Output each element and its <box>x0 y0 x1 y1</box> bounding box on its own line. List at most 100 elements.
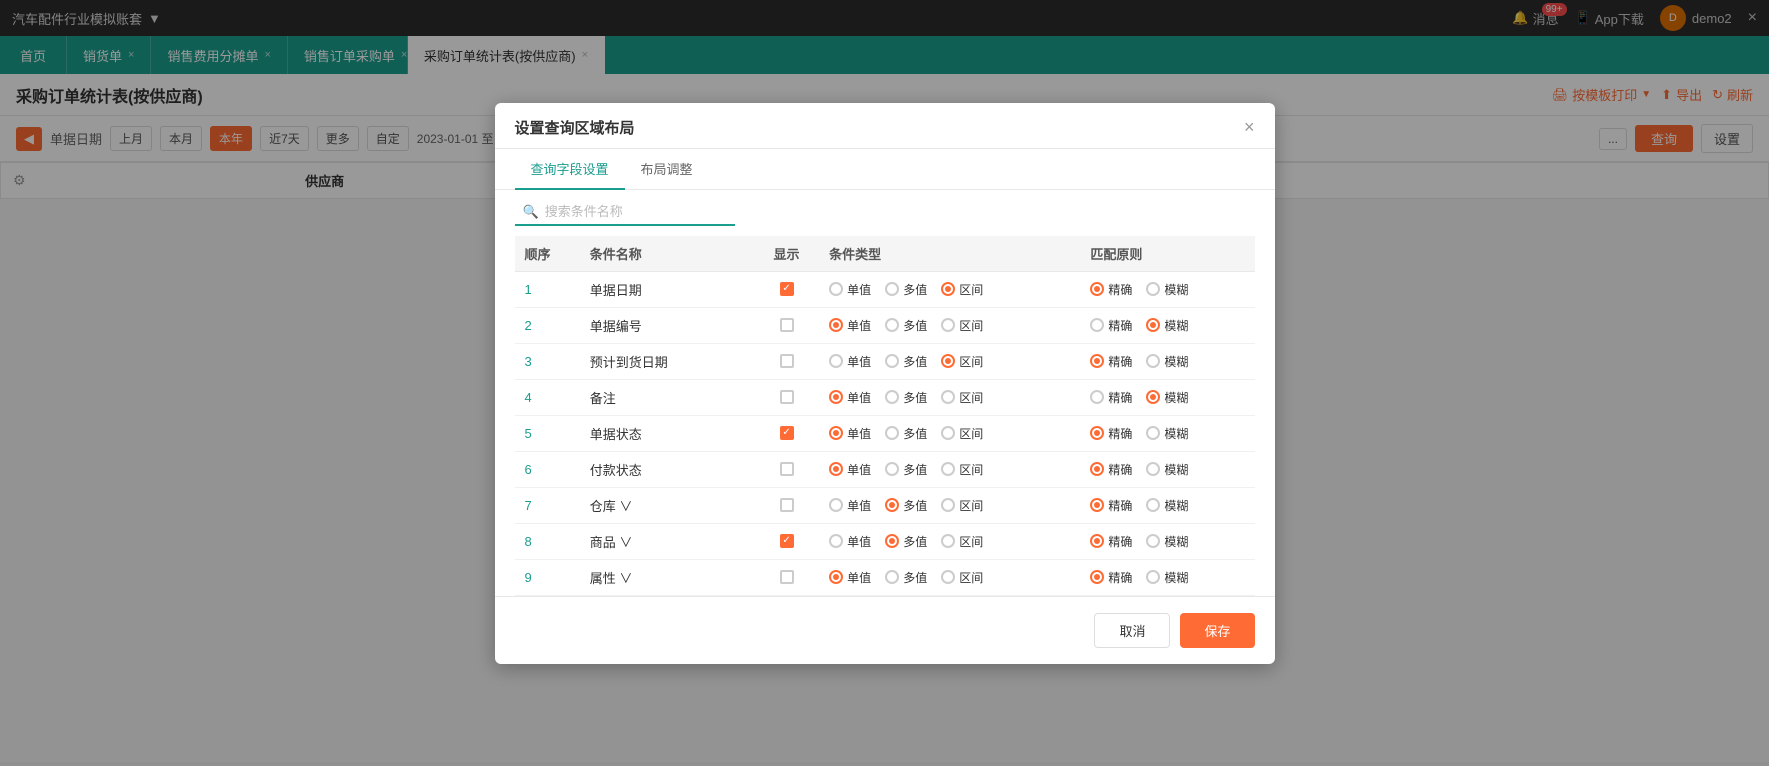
cell-name: 仓库 ∨ <box>580 487 754 523</box>
type-radio-多值[interactable]: 多值 <box>885 497 927 514</box>
type-radio-多值[interactable]: 多值 <box>885 425 927 442</box>
match-radio-精确[interactable]: 精确 <box>1090 497 1132 514</box>
radio-label: 单值 <box>847 533 871 550</box>
cell-order: 9 <box>515 559 580 595</box>
type-radio-多值[interactable]: 多值 <box>885 461 927 478</box>
match-radio-精确[interactable]: 精确 <box>1090 281 1132 298</box>
radio-label: 区间 <box>959 569 983 586</box>
modal-tab-layout-adjust[interactable]: 布局调整 <box>625 149 709 190</box>
radio-circle <box>885 462 899 476</box>
cell-display[interactable] <box>754 487 819 523</box>
display-checkbox[interactable] <box>780 354 794 368</box>
display-checkbox[interactable] <box>780 318 794 332</box>
table-row: 5单据状态单值多值区间精确模糊 <box>515 415 1255 451</box>
radio-label: 单值 <box>847 497 871 514</box>
table-row: 1单据日期单值多值区间精确模糊 <box>515 271 1255 307</box>
match-radio-模糊[interactable]: 模糊 <box>1146 569 1188 586</box>
type-radio-单值[interactable]: 单值 <box>829 281 871 298</box>
radio-circle <box>829 354 843 368</box>
cell-match: 精确模糊 <box>1080 271 1254 307</box>
type-radio-单值[interactable]: 单值 <box>829 569 871 586</box>
modal-overlay: 设置查询区域布局 × 查询字段设置 布局调整 🔍 顺序 <box>0 0 1769 766</box>
display-checkbox[interactable] <box>780 570 794 584</box>
cell-order: 3 <box>515 343 580 379</box>
match-radio-模糊[interactable]: 模糊 <box>1146 281 1188 298</box>
cell-display[interactable] <box>754 307 819 343</box>
radio-circle <box>829 390 843 404</box>
type-radio-单值[interactable]: 单值 <box>829 497 871 514</box>
radio-circle <box>1090 318 1104 332</box>
display-checkbox[interactable] <box>780 282 794 296</box>
match-radio-模糊[interactable]: 模糊 <box>1146 461 1188 478</box>
modal-tab-query-fields[interactable]: 查询字段设置 <box>515 149 625 190</box>
display-checkbox[interactable] <box>780 462 794 476</box>
radio-circle <box>1146 462 1160 476</box>
type-radio-区间[interactable]: 区间 <box>941 425 983 442</box>
type-radio-多值[interactable]: 多值 <box>885 317 927 334</box>
cell-display[interactable] <box>754 271 819 307</box>
radio-circle <box>885 534 899 548</box>
type-radio-区间[interactable]: 区间 <box>941 281 983 298</box>
type-radio-多值[interactable]: 多值 <box>885 569 927 586</box>
radio-label: 多值 <box>903 569 927 586</box>
type-radio-单值[interactable]: 单值 <box>829 533 871 550</box>
type-radio-单值[interactable]: 单值 <box>829 461 871 478</box>
radio-label: 模糊 <box>1164 317 1188 334</box>
cell-display[interactable] <box>754 379 819 415</box>
cell-order: 7 <box>515 487 580 523</box>
cell-type: 单值 多值 区间 <box>819 559 1080 595</box>
radio-label: 模糊 <box>1164 389 1188 406</box>
type-radio-多值[interactable]: 多值 <box>885 281 927 298</box>
match-radio-精确[interactable]: 精确 <box>1090 533 1132 550</box>
match-radio-模糊[interactable]: 模糊 <box>1146 497 1188 514</box>
display-checkbox[interactable] <box>780 498 794 512</box>
cell-name: 商品 ∨ <box>580 523 754 559</box>
radio-label: 模糊 <box>1164 497 1188 514</box>
match-radio-精确[interactable]: 精确 <box>1090 569 1132 586</box>
match-radio-精确[interactable]: 精确 <box>1090 425 1132 442</box>
cell-display[interactable] <box>754 523 819 559</box>
type-radio-单值[interactable]: 单值 <box>829 389 871 406</box>
cancel-button[interactable]: 取消 <box>1094 613 1170 648</box>
radio-label: 单值 <box>847 317 871 334</box>
type-radio-区间[interactable]: 区间 <box>941 569 983 586</box>
type-radio-单值[interactable]: 单值 <box>829 353 871 370</box>
cell-order: 2 <box>515 307 580 343</box>
type-radio-区间[interactable]: 区间 <box>941 497 983 514</box>
radio-label: 多值 <box>903 389 927 406</box>
match-radio-模糊[interactable]: 模糊 <box>1146 533 1188 550</box>
radio-label: 精确 <box>1108 497 1132 514</box>
match-radio-精确[interactable]: 精确 <box>1090 353 1132 370</box>
cell-display[interactable] <box>754 343 819 379</box>
match-radio-模糊[interactable]: 模糊 <box>1146 389 1188 406</box>
match-radio-精确[interactable]: 精确 <box>1090 389 1132 406</box>
type-radio-区间[interactable]: 区间 <box>941 317 983 334</box>
display-checkbox[interactable] <box>780 390 794 404</box>
type-radio-多值[interactable]: 多值 <box>885 353 927 370</box>
cell-order: 6 <box>515 451 580 487</box>
modal-search-input[interactable] <box>545 204 725 219</box>
match-radio-精确[interactable]: 精确 <box>1090 317 1132 334</box>
cell-display[interactable] <box>754 451 819 487</box>
type-radio-区间[interactable]: 区间 <box>941 353 983 370</box>
cell-type: 单值多值区间 <box>819 523 1080 559</box>
save-button[interactable]: 保存 <box>1180 613 1254 648</box>
display-checkbox[interactable] <box>780 426 794 440</box>
cell-display[interactable] <box>754 415 819 451</box>
match-radio-模糊[interactable]: 模糊 <box>1146 353 1188 370</box>
type-radio-单值[interactable]: 单值 <box>829 317 871 334</box>
type-radio-多值[interactable]: 多值 <box>885 533 927 550</box>
type-radio-区间[interactable]: 区间 <box>941 461 983 478</box>
type-radio-区间[interactable]: 区间 <box>941 389 983 406</box>
radio-label: 多值 <box>903 461 927 478</box>
cell-display[interactable] <box>754 559 819 595</box>
radio-circle <box>941 282 955 296</box>
match-radio-模糊[interactable]: 模糊 <box>1146 425 1188 442</box>
type-radio-多值[interactable]: 多值 <box>885 389 927 406</box>
type-radio-单值[interactable]: 单值 <box>829 425 871 442</box>
match-radio-精确[interactable]: 精确 <box>1090 461 1132 478</box>
display-checkbox[interactable] <box>780 534 794 548</box>
match-radio-模糊[interactable]: 模糊 <box>1146 317 1188 334</box>
type-radio-区间[interactable]: 区间 <box>941 533 983 550</box>
modal-close-button[interactable]: × <box>1244 118 1255 136</box>
